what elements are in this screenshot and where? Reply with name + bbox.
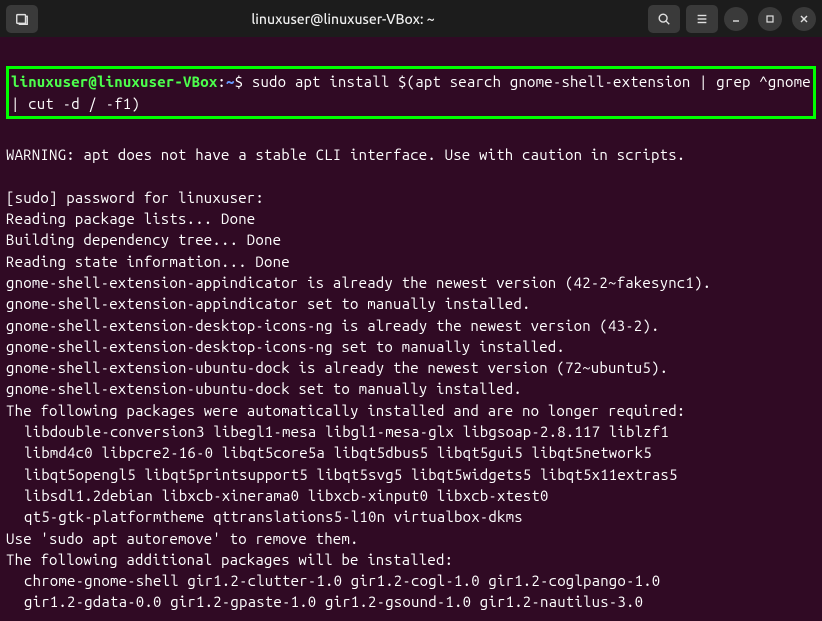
- output-line: [sudo] password for linuxuser:: [6, 189, 264, 206]
- output-line: gnome-shell-extension-ubuntu-dock set to…: [6, 380, 522, 397]
- maximize-button[interactable]: [758, 7, 782, 31]
- output-line: chrome-gnome-shell gir1.2-clutter-1.0 gi…: [6, 570, 816, 591]
- output-line: libdouble-conversion3 libegl1-mesa libgl…: [6, 421, 816, 442]
- titlebar: linuxuser@linuxuser-VBox: ~: [0, 0, 822, 37]
- output-line: gnome-shell-extension-desktop-icons-ng i…: [6, 317, 660, 334]
- output-line: WARNING: apt does not have a stable CLI …: [6, 146, 685, 163]
- output-line: libqt5opengl5 libqt5printsupport5 libqt5…: [6, 464, 816, 485]
- output-line: gnome-shell-extension-desktop-icons-ng s…: [6, 338, 565, 355]
- output-line: The following additional packages will b…: [6, 551, 453, 568]
- menu-button[interactable]: [686, 5, 718, 33]
- window-title: linuxuser@linuxuser-VBox: ~: [44, 11, 642, 27]
- output-line: qt5-gtk-platformtheme qttranslations5-l1…: [6, 506, 816, 527]
- close-button[interactable]: [792, 7, 816, 31]
- terminal-output-area[interactable]: linuxuser@linuxuser-VBox:~$ sudo apt ins…: [0, 37, 822, 621]
- output-line: gir1.2-gdata-0.0 gir1.2-gpaste-1.0 gir1.…: [6, 591, 816, 612]
- prompt-host: linuxuser-VBox: [97, 73, 217, 90]
- command-highlight-box: linuxuser@linuxuser-VBox:~$ sudo apt ins…: [6, 66, 816, 119]
- prompt-user: linuxuser: [11, 73, 88, 90]
- prompt-dollar: $: [235, 73, 244, 90]
- new-tab-button[interactable]: [6, 5, 38, 33]
- prompt-path: ~: [226, 73, 235, 90]
- prompt-at: @: [88, 73, 97, 90]
- search-button[interactable]: [648, 5, 680, 33]
- output-line: libmd4c0 libpcre2-16-0 libqt5core5a libq…: [6, 442, 816, 463]
- output-line: gnome-shell-extension-appindicator is al…: [6, 274, 711, 291]
- output-line: Reading state information... Done: [6, 253, 290, 270]
- output-line: gnome-shell-extension-appindicator set t…: [6, 295, 531, 312]
- output-line: Building dependency tree... Done: [6, 231, 281, 248]
- minimize-button[interactable]: [724, 7, 748, 31]
- prompt-colon: :: [217, 73, 226, 90]
- output-line: The following packages were automaticall…: [6, 402, 685, 419]
- output-line: gnome-shell-extension-ubuntu-dock is alr…: [6, 359, 668, 376]
- output-line: Use 'sudo apt autoremove' to remove them…: [6, 530, 359, 547]
- output-line: libsdl1.2debian libxcb-xinerama0 libxcb-…: [6, 485, 816, 506]
- output-line: Reading package lists... Done: [6, 210, 255, 227]
